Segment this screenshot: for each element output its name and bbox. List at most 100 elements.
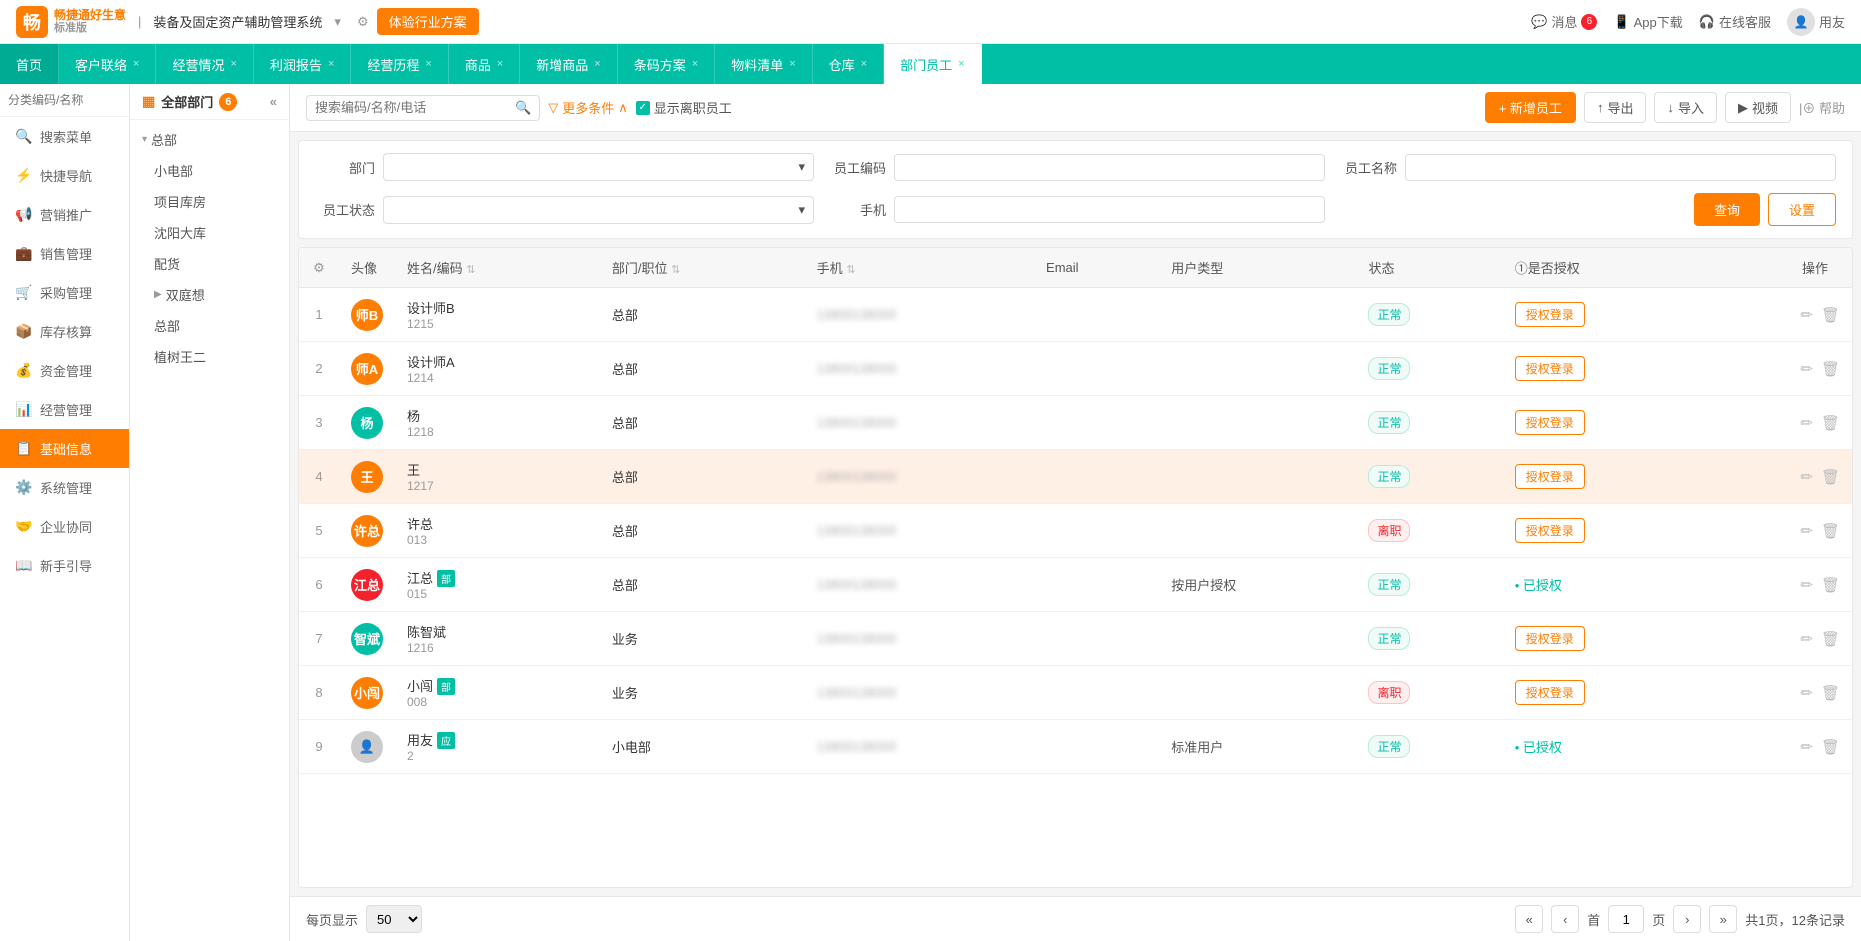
sidebar-item-purchase[interactable]: 🛒采购管理 xyxy=(0,273,129,312)
close-icon[interactable]: × xyxy=(133,58,139,70)
tab-employees[interactable]: 部门员工 × xyxy=(884,44,981,84)
dept-item-distribution[interactable]: 配货 xyxy=(130,248,289,279)
filter-dept-select[interactable]: ▾ xyxy=(383,153,814,181)
sidebar-item-guide[interactable]: 📖新手引导 xyxy=(0,546,129,585)
sort-icon[interactable]: ⇅ xyxy=(466,264,475,276)
edit-icon[interactable]: ✏ xyxy=(1800,738,1813,756)
auth-login-button[interactable]: 授权登录 xyxy=(1515,302,1585,327)
tab-customer[interactable]: 客户联络 × xyxy=(59,44,156,84)
tab-history[interactable]: 经营历程 × xyxy=(351,44,448,84)
query-button[interactable]: 查询 xyxy=(1694,193,1760,226)
tab-warehouse[interactable]: 仓库 × xyxy=(813,44,884,84)
auth-login-button[interactable]: 授权登录 xyxy=(1515,356,1585,381)
dropdown-icon[interactable]: ▾ xyxy=(334,14,341,30)
dept-item-zongbu[interactable]: 总部 xyxy=(130,310,289,341)
dept-item-zhishu[interactable]: 植树王二 xyxy=(130,341,289,372)
more-conditions-btn[interactable]: ▽ 更多条件 ∧ xyxy=(548,98,628,117)
sidebar-item-marketing[interactable]: 📢营销推广 xyxy=(0,195,129,234)
filter-empcode-input[interactable] xyxy=(894,154,1325,181)
sidebar-item-inventory[interactable]: 📦库存核算 xyxy=(0,312,129,351)
settings-icon[interactable]: ⚙ xyxy=(357,14,369,30)
auth-login-button[interactable]: 授权登录 xyxy=(1515,680,1585,705)
edit-icon[interactable]: ✏ xyxy=(1800,576,1813,594)
close-icon[interactable]: × xyxy=(594,58,600,70)
sidebar-item-sales[interactable]: 💼销售管理 xyxy=(0,234,129,273)
gear-icon[interactable]: ⚙ xyxy=(313,260,325,275)
next-page-btn[interactable]: › xyxy=(1673,905,1701,933)
close-icon[interactable]: × xyxy=(230,58,236,70)
delete-icon[interactable]: 🗑 xyxy=(1821,738,1840,756)
delete-icon[interactable]: 🗑 xyxy=(1821,684,1840,702)
sort-icon[interactable]: ⇅ xyxy=(671,264,680,276)
tab-goods[interactable]: 商品 × xyxy=(449,44,520,84)
close-icon[interactable]: × xyxy=(425,58,431,70)
sidebar-item-search[interactable]: 🔍搜索菜单 xyxy=(0,117,129,156)
sidebar-item-nav[interactable]: ⚡快捷导航 xyxy=(0,156,129,195)
auth-login-button[interactable]: 授权登录 xyxy=(1515,518,1585,543)
app-download-btn[interactable]: 📱 App下载 xyxy=(1613,12,1682,31)
import-button[interactable]: ↓ 导入 xyxy=(1654,92,1717,123)
help-button[interactable]: |⊕ 帮助 xyxy=(1799,98,1845,117)
edit-icon[interactable]: ✏ xyxy=(1800,630,1813,648)
sidebar-item-finance[interactable]: 💰资金管理 xyxy=(0,351,129,390)
online-service-btn[interactable]: 🎧 在线客服 xyxy=(1699,12,1771,31)
tab-operation[interactable]: 经营情况 × xyxy=(156,44,253,84)
sidebar-search-input[interactable] xyxy=(8,93,130,107)
sidebar-item-business[interactable]: 📊经营管理 xyxy=(0,390,129,429)
dept-item-shenyang[interactable]: 沈阳大库 xyxy=(130,217,289,248)
close-icon[interactable]: × xyxy=(789,58,795,70)
trial-button[interactable]: 体验行业方案 xyxy=(377,8,479,35)
delete-icon[interactable]: 🗑 xyxy=(1821,360,1840,378)
sidebar-item-system[interactable]: ⚙️系统管理 xyxy=(0,468,129,507)
edit-icon[interactable]: ✏ xyxy=(1800,522,1813,540)
prev-page-btn[interactable]: ‹ xyxy=(1551,905,1579,933)
dept-item-xiaodibu[interactable]: 小电部 xyxy=(130,155,289,186)
close-icon[interactable]: × xyxy=(497,58,503,70)
collapse-btn[interactable]: « xyxy=(270,94,277,109)
dept-item-shuangting[interactable]: ▶ 双庭想 xyxy=(130,279,289,310)
delete-icon[interactable]: 🗑 xyxy=(1821,468,1840,486)
edit-icon[interactable]: ✏ xyxy=(1800,468,1813,486)
resigned-checkbox[interactable]: ✓ xyxy=(636,101,650,115)
close-icon[interactable]: × xyxy=(861,58,867,70)
edit-icon[interactable]: ✏ xyxy=(1800,414,1813,432)
tab-bom[interactable]: 物料清单 × xyxy=(715,44,812,84)
page-size-select[interactable]: 50 100 xyxy=(366,905,422,933)
tab-barcode[interactable]: 条码方案 × xyxy=(618,44,715,84)
delete-icon[interactable]: 🗑 xyxy=(1821,522,1840,540)
sidebar-item-collab[interactable]: 🤝企业协同 xyxy=(0,507,129,546)
dept-item-general[interactable]: ▾ 总部 xyxy=(130,124,289,155)
filter-phone-input[interactable] xyxy=(894,196,1325,223)
last-page-btn[interactable]: » xyxy=(1709,905,1737,933)
sort-icon[interactable]: ⇅ xyxy=(846,264,855,276)
add-employee-button[interactable]: + 新增员工 xyxy=(1485,92,1576,123)
delete-icon[interactable]: 🗑 xyxy=(1821,306,1840,324)
close-icon[interactable]: × xyxy=(692,58,698,70)
edit-icon[interactable]: ✏ xyxy=(1800,360,1813,378)
view-button[interactable]: ▶ 视频 xyxy=(1725,92,1791,123)
search-icon[interactable]: 🔍 xyxy=(515,100,531,116)
auth-login-button[interactable]: 授权登录 xyxy=(1515,626,1585,651)
delete-icon[interactable]: 🗑 xyxy=(1821,630,1840,648)
sidebar-item-basic[interactable]: 📋基础信息 xyxy=(0,429,129,468)
page-input[interactable] xyxy=(1608,905,1644,933)
edit-icon[interactable]: ✏ xyxy=(1800,306,1813,324)
set-button[interactable]: 设置 xyxy=(1768,193,1836,226)
user-avatar[interactable]: 👤 用友 xyxy=(1787,8,1845,36)
auth-login-button[interactable]: 授权登录 xyxy=(1515,410,1585,435)
filter-status-select[interactable]: ▾ xyxy=(383,196,814,224)
tab-profit[interactable]: 利润报告 × xyxy=(254,44,351,84)
edit-icon[interactable]: ✏ xyxy=(1800,684,1813,702)
delete-icon[interactable]: 🗑 xyxy=(1821,576,1840,594)
auth-login-button[interactable]: 授权登录 xyxy=(1515,464,1585,489)
filter-empname-input[interactable] xyxy=(1405,154,1836,181)
delete-icon[interactable]: 🗑 xyxy=(1821,414,1840,432)
export-button[interactable]: ↑ 导出 xyxy=(1584,92,1647,123)
search-input[interactable] xyxy=(315,100,515,115)
message-btn[interactable]: 💬 消息 6 xyxy=(1531,12,1597,31)
tab-add-goods[interactable]: 新增商品 × xyxy=(520,44,617,84)
close-icon[interactable]: × xyxy=(958,58,964,70)
close-icon[interactable]: × xyxy=(328,58,334,70)
first-page-btn[interactable]: « xyxy=(1515,905,1543,933)
tab-home[interactable]: 首页 xyxy=(0,44,59,84)
